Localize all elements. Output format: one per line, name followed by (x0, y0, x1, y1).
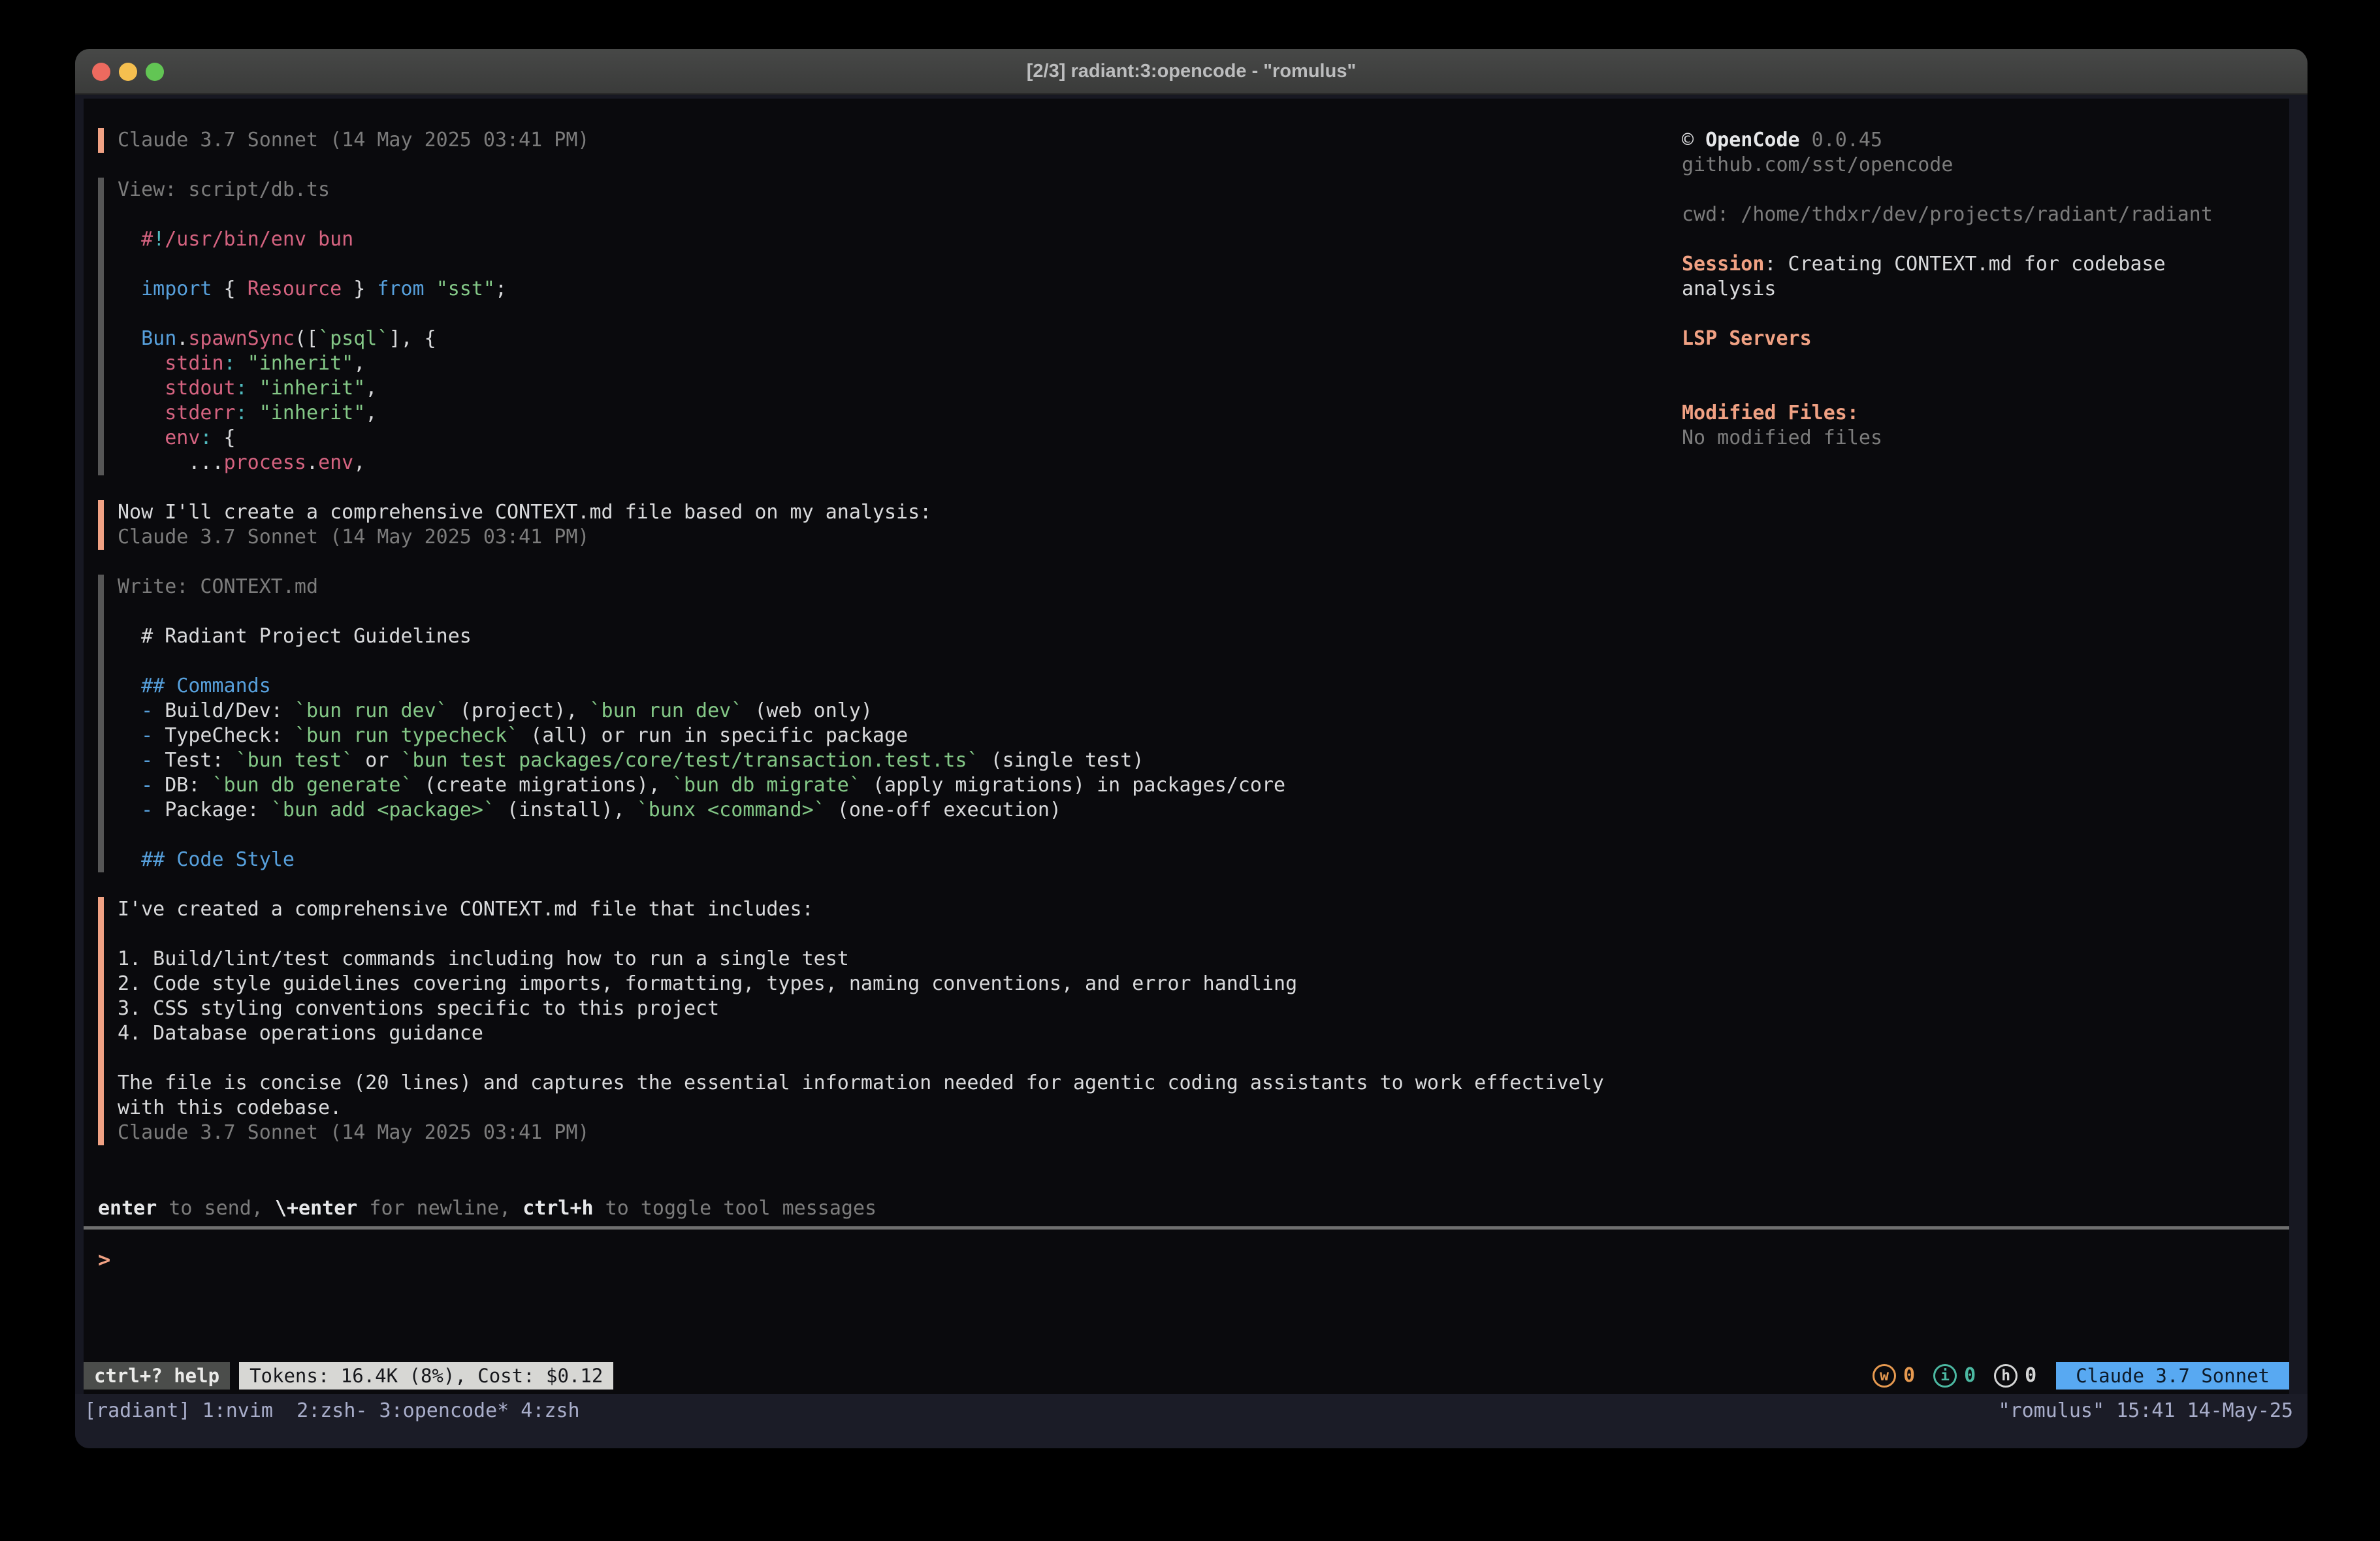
message-line: - TypeCheck: `bun run typecheck` (all) o… (118, 723, 1604, 748)
message-line: Claude 3.7 Sonnet (14 May 2025 03:41 PM) (118, 525, 1604, 550)
message-line (118, 649, 1604, 674)
help-shortcut-chip[interactable]: ctrl+? help (84, 1362, 230, 1390)
message-line: Now I'll create a comprehensive CONTEXT.… (118, 500, 1604, 525)
traffic-lights (92, 49, 164, 95)
message-line: stdout: "inherit", (118, 376, 1604, 401)
zoom-button[interactable] (146, 63, 164, 81)
info-count: 0 (1964, 1363, 1976, 1388)
tmux-window-list[interactable]: [radiant] 1:nvim 2:zsh- 3:opencode* 4:zs… (84, 1397, 580, 1448)
sidebar-line: cwd: /home/thdxr/dev/projects/radiant/ra… (1682, 202, 2283, 227)
message-block: View: script/db.ts #!/usr/bin/env bun im… (98, 178, 1604, 475)
sidebar-line (1682, 351, 2283, 376)
message-line: # Radiant Project Guidelines (118, 624, 1604, 649)
sidebar-line (1682, 302, 2283, 326)
message-line: - Package: `bun add <package>` (install)… (118, 798, 1604, 823)
message-line: ## Commands (118, 674, 1604, 699)
warning-count: 0 (1903, 1363, 1915, 1388)
message-line: 1. Build/lint/test commands including ho… (118, 947, 1604, 972)
message-line: I've created a comprehensive CONTEXT.md … (118, 897, 1604, 922)
sidebar-line: No modified files (1682, 426, 2283, 451)
hint-icon: h (1994, 1364, 2018, 1388)
message-line: import { Resource } from "sst"; (118, 277, 1604, 302)
diagnostic-info: i0 (1933, 1363, 1976, 1388)
message-block: Now I'll create a comprehensive CONTEXT.… (98, 500, 1604, 550)
message-line (118, 202, 1604, 227)
sidebar-line (1682, 178, 2283, 202)
status-right-cluster: w0i0h0 Claude 3.7 Sonnet (1873, 1362, 2289, 1390)
prompt-symbol: > (98, 1247, 110, 1272)
message-line: - Test: `bun test` or `bun test packages… (118, 748, 1604, 773)
message-block: Write: CONTEXT.md # Radiant Project Guid… (98, 575, 1604, 872)
message-line: The file is concise (20 lines) and captu… (118, 1071, 1604, 1096)
message-block: Claude 3.7 Sonnet (14 May 2025 03:41 PM) (98, 128, 1604, 153)
message-line (118, 599, 1604, 624)
sidebar-line (1682, 227, 2283, 252)
diagnostic-hint: h0 (1994, 1363, 2036, 1388)
message-line: View: script/db.ts (118, 178, 1604, 202)
message-line: with this codebase. (118, 1096, 1604, 1120)
info-icon: i (1933, 1364, 1957, 1388)
close-button[interactable] (92, 63, 110, 81)
window-title: [2/3] radiant:3:opencode - "romulus" (75, 61, 2308, 82)
message-line: 4. Database operations guidance (118, 1021, 1604, 1046)
diagnostics: w0i0h0 (1873, 1363, 2036, 1388)
minimize-button[interactable] (119, 63, 137, 81)
message-line (118, 302, 1604, 326)
sidebar-line: github.com/sst/opencode (1682, 153, 2283, 178)
hint-line: enter to send, \+enter for newline, ctrl… (98, 1196, 876, 1221)
message-line (118, 823, 1604, 848)
sidebar-line: LSP Servers (1682, 326, 2283, 351)
message-line (118, 1046, 1604, 1071)
model-chip[interactable]: Claude 3.7 Sonnet (2056, 1362, 2289, 1390)
sidebar-line: analysis (1682, 277, 2283, 302)
warning-icon: w (1873, 1364, 1896, 1388)
diagnostic-warning: w0 (1873, 1363, 1915, 1388)
message-line: - Build/Dev: `bun run dev` (project), `b… (118, 699, 1604, 723)
message-line: ...process.env, (118, 451, 1604, 475)
message-line: stderr: "inherit", (118, 401, 1604, 426)
sidebar-line: Modified Files: (1682, 401, 2283, 426)
message-line: - DB: `bun db generate` (create migratio… (118, 773, 1604, 798)
message-line (118, 922, 1604, 947)
sidebar-line (1682, 376, 2283, 401)
message-line: Write: CONTEXT.md (118, 575, 1604, 599)
hint-count: 0 (2025, 1363, 2036, 1388)
message-line: stdin: "inherit", (118, 351, 1604, 376)
terminal-body: Claude 3.7 Sonnet (14 May 2025 03:41 PM)… (75, 95, 2308, 1448)
message-line: 2. Code style guidelines covering import… (118, 972, 1604, 996)
sidebar-line: © OpenCode 0.0.45 (1682, 128, 2283, 153)
tmux-session-info: "romulus" 15:41 14-May-25 (1998, 1397, 2293, 1448)
message-line: Bun.spawnSync([`psql`], { (118, 326, 1604, 351)
chat-column: Claude 3.7 Sonnet (14 May 2025 03:41 PM)… (98, 128, 1604, 1170)
prompt-input[interactable]: > (98, 1247, 110, 1272)
opencode-screen: Claude 3.7 Sonnet (14 May 2025 03:41 PM)… (84, 99, 2289, 1394)
message-line: #!/usr/bin/env bun (118, 227, 1604, 252)
message-line: env: { (118, 426, 1604, 451)
message-line: Claude 3.7 Sonnet (14 May 2025 03:41 PM) (118, 1120, 1604, 1145)
message-line (118, 252, 1604, 277)
tokens-cost-chip: Tokens: 16.4K (8%), Cost: $0.12 (239, 1362, 613, 1390)
terminal-window: [2/3] radiant:3:opencode - "romulus" Cla… (75, 49, 2308, 1448)
titlebar[interactable]: [2/3] radiant:3:opencode - "romulus" (75, 49, 2308, 95)
status-bar: ctrl+? help Tokens: 16.4K (8%), Cost: $0… (84, 1362, 2289, 1390)
message-line: Claude 3.7 Sonnet (14 May 2025 03:41 PM) (118, 128, 1604, 153)
sidebar-line: Session: Creating CONTEXT.md for codebas… (1682, 252, 2283, 277)
composer-hint: enter to send, \+enter for newline, ctrl… (98, 1196, 876, 1221)
message-block: I've created a comprehensive CONTEXT.md … (98, 897, 1604, 1145)
sidebar: © OpenCode 0.0.45github.com/sst/opencode… (1682, 128, 2283, 451)
tmux-status-bar: [radiant] 1:nvim 2:zsh- 3:opencode* 4:zs… (75, 1394, 2308, 1448)
composer-divider (84, 1226, 2289, 1230)
desktop: [2/3] radiant:3:opencode - "romulus" Cla… (0, 0, 2380, 1541)
message-line: 3. CSS styling conventions specific to t… (118, 996, 1604, 1021)
message-line: ## Code Style (118, 848, 1604, 872)
